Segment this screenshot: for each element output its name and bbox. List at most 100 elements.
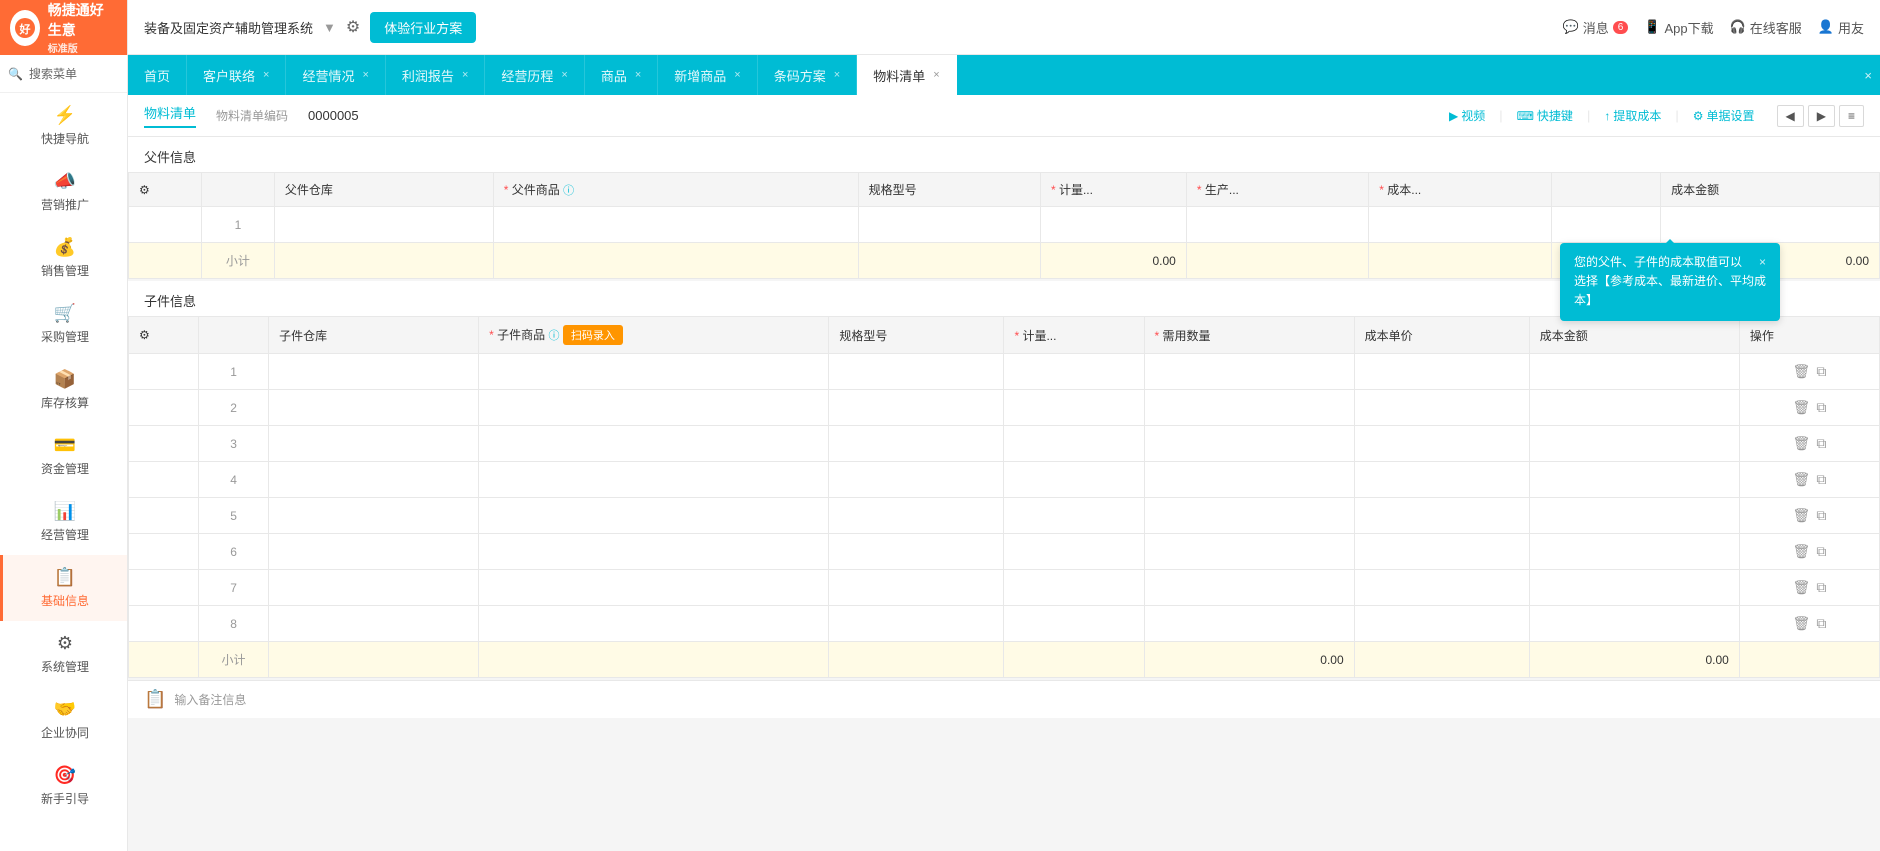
parent-product-cell[interactable] — [493, 207, 858, 243]
message-badge: 6 — [1613, 21, 1629, 34]
sidebar-item-guide[interactable]: 🎯 新手引导 — [0, 753, 127, 819]
dropdown-arrow-icon: ▼ — [323, 20, 336, 35]
app-name: 畅捷通好生意 — [48, 0, 117, 40]
sidebar-item-purchase[interactable]: 🛒 采购管理 — [0, 291, 127, 357]
view-action[interactable]: ▶ 视频 — [1449, 107, 1485, 124]
copy-icon[interactable]: ⧉ — [1816, 615, 1826, 632]
experience-button[interactable]: 体验行业方案 — [370, 12, 476, 43]
app-download-label: App下载 — [1664, 18, 1713, 37]
tab-barcode[interactable]: 条码方案 × — [758, 55, 857, 95]
app-download-button[interactable]: 📱 App下载 — [1644, 18, 1713, 37]
delete-icon[interactable]: 🗑 — [1793, 363, 1811, 380]
sidebar-item-system[interactable]: ⚙ 系统管理 — [0, 621, 127, 687]
search-label: 搜索菜单 — [29, 65, 77, 82]
child-col-qty: * 需用数量 — [1144, 317, 1354, 354]
sidebar-item-basic-info[interactable]: 📋 基础信息 — [0, 555, 127, 621]
tab-products[interactable]: 商品 × — [585, 55, 658, 95]
delete-icon[interactable]: 🗑 — [1793, 471, 1811, 488]
tooltip-close-btn[interactable]: × — [1759, 253, 1766, 272]
sidebar-item-finance[interactable]: 💳 资金管理 — [0, 423, 127, 489]
online-service-label: 在线客服 — [1750, 18, 1802, 37]
parent-spec-cell[interactable] — [858, 207, 1040, 243]
delete-icon[interactable]: 🗑 — [1793, 615, 1811, 632]
delete-icon[interactable]: 🗑 — [1793, 435, 1811, 452]
delete-icon[interactable]: 🗑 — [1793, 579, 1811, 596]
shortcut-action[interactable]: ⌨ 快捷键 — [1517, 107, 1573, 124]
parent-col-gear[interactable]: ⚙ — [129, 173, 202, 207]
single-settings-action[interactable]: ⚙ 单据设置 — [1693, 107, 1755, 124]
message-button[interactable]: 💬 消息 6 — [1563, 18, 1629, 37]
search-button[interactable]: 🔍 搜索菜单 — [8, 65, 119, 82]
sidebar-item-label: 基础信息 — [41, 592, 89, 609]
online-service-button[interactable]: 🎧 在线客服 — [1730, 18, 1802, 37]
delete-icon[interactable]: 🗑 — [1793, 399, 1811, 416]
parent-col-spec: 规格型号 — [858, 173, 1040, 207]
close-all-icon: × — [1864, 68, 1872, 83]
svg-text:好: 好 — [18, 22, 30, 36]
tab-operations-status[interactable]: 经营情况 × — [286, 55, 385, 95]
copy-icon[interactable]: ⧉ — [1816, 363, 1826, 380]
scan-input-button[interactable]: 扫码录入 — [563, 325, 623, 345]
child-subtotal-amount: 0.00 — [1529, 642, 1739, 678]
sidebar-search-area[interactable]: 🔍 搜索菜单 — [0, 55, 127, 93]
sidebar-item-operations[interactable]: 📊 经营管理 — [0, 489, 127, 555]
copy-icon[interactable]: ⧉ — [1816, 543, 1826, 560]
parent-col-warehouse: 父件仓库 — [274, 173, 493, 207]
message-label: 消息 — [1583, 18, 1609, 37]
tab-operations-history[interactable]: 经营历程 × — [485, 55, 584, 95]
copy-icon[interactable]: ⧉ — [1816, 507, 1826, 524]
tabs-close-all[interactable]: × — [1856, 68, 1880, 83]
list-view-btn[interactable]: ≡ — [1839, 105, 1864, 127]
copy-icon[interactable]: ⧉ — [1816, 399, 1826, 416]
sidebar-item-quick-nav[interactable]: ⚡ 快捷导航 — [0, 93, 127, 159]
extract-cost-action[interactable]: ↑ 提取成本 — [1604, 107, 1661, 124]
parent-unit-cell[interactable] — [1040, 207, 1186, 243]
sidebar-item-label: 采购管理 — [41, 328, 89, 345]
close-tab-icon[interactable]: × — [834, 69, 840, 81]
prev-page-btn[interactable]: ◀ — [1777, 105, 1804, 127]
delete-icon[interactable]: 🗑 — [1793, 507, 1811, 524]
sidebar-item-sales[interactable]: 💰 销售管理 — [0, 225, 127, 291]
parent-col-spacer — [1551, 173, 1660, 207]
close-tab-icon[interactable]: × — [263, 69, 269, 81]
close-tab-icon[interactable]: × — [635, 69, 641, 81]
close-tab-icon[interactable]: × — [462, 69, 468, 81]
tab-customer[interactable]: 客户联络 × — [187, 55, 286, 95]
finance-icon: 💳 — [54, 435, 76, 456]
parent-warehouse-cell[interactable] — [274, 207, 493, 243]
copy-icon[interactable]: ⧉ — [1816, 579, 1826, 596]
notes-placeholder[interactable]: 输入备注信息 — [174, 691, 246, 708]
enterprise-icon: 🤝 — [54, 699, 76, 720]
close-tab-icon[interactable]: × — [734, 69, 740, 81]
child-col-gear[interactable]: ⚙ — [129, 317, 199, 354]
settings-gear-icon[interactable]: ⚙ — [346, 17, 360, 37]
extract-icon: ↑ — [1604, 109, 1610, 123]
sidebar-item-enterprise[interactable]: 🤝 企业协同 — [0, 687, 127, 753]
tab-label: 物料清单 — [873, 66, 925, 85]
sidebar-item-marketing[interactable]: 📣 营销推广 — [0, 159, 127, 225]
next-page-btn[interactable]: ▶ — [1808, 105, 1835, 127]
subtotal-c5 — [1369, 243, 1551, 279]
tab-home[interactable]: 首页 — [128, 55, 187, 95]
child-table: ⚙ 子件仓库 * 子件商品 ⓘ 扫码录入 规格型号 * 计量... * 需用数量… — [128, 316, 1880, 678]
parent-production-cell[interactable] — [1186, 207, 1368, 243]
copy-icon[interactable]: ⧉ — [1816, 435, 1826, 452]
table-row: 8 🗑⧉ — [129, 606, 1880, 642]
delete-icon[interactable]: 🗑 — [1793, 543, 1811, 560]
user-icon: 👤 — [1818, 19, 1834, 35]
close-tab-icon[interactable]: × — [933, 69, 939, 81]
tab-new-product[interactable]: 新增商品 × — [658, 55, 757, 95]
tab-profit-report[interactable]: 利润报告 × — [386, 55, 485, 95]
sidebar-item-inventory[interactable]: 📦 库存核算 — [0, 357, 127, 423]
tab-bom[interactable]: 物料清单 × — [857, 55, 956, 95]
close-tab-icon[interactable]: × — [362, 69, 368, 81]
page-tab-bom[interactable]: 物料清单 — [144, 103, 196, 128]
copy-icon[interactable]: ⧉ — [1816, 471, 1826, 488]
parent-cost-cell[interactable] — [1369, 207, 1551, 243]
close-tab-icon[interactable]: × — [561, 69, 567, 81]
tooltip-text: 您的父件、子件的成本取值可以选择【参考成本、最新进价、平均成本】 — [1574, 255, 1766, 307]
user-avatar[interactable]: 👤 用友 — [1818, 18, 1864, 37]
table-row: 7 🗑⧉ — [129, 570, 1880, 606]
sidebar-item-label: 库存核算 — [41, 394, 89, 411]
marketing-icon: 📣 — [54, 171, 76, 192]
